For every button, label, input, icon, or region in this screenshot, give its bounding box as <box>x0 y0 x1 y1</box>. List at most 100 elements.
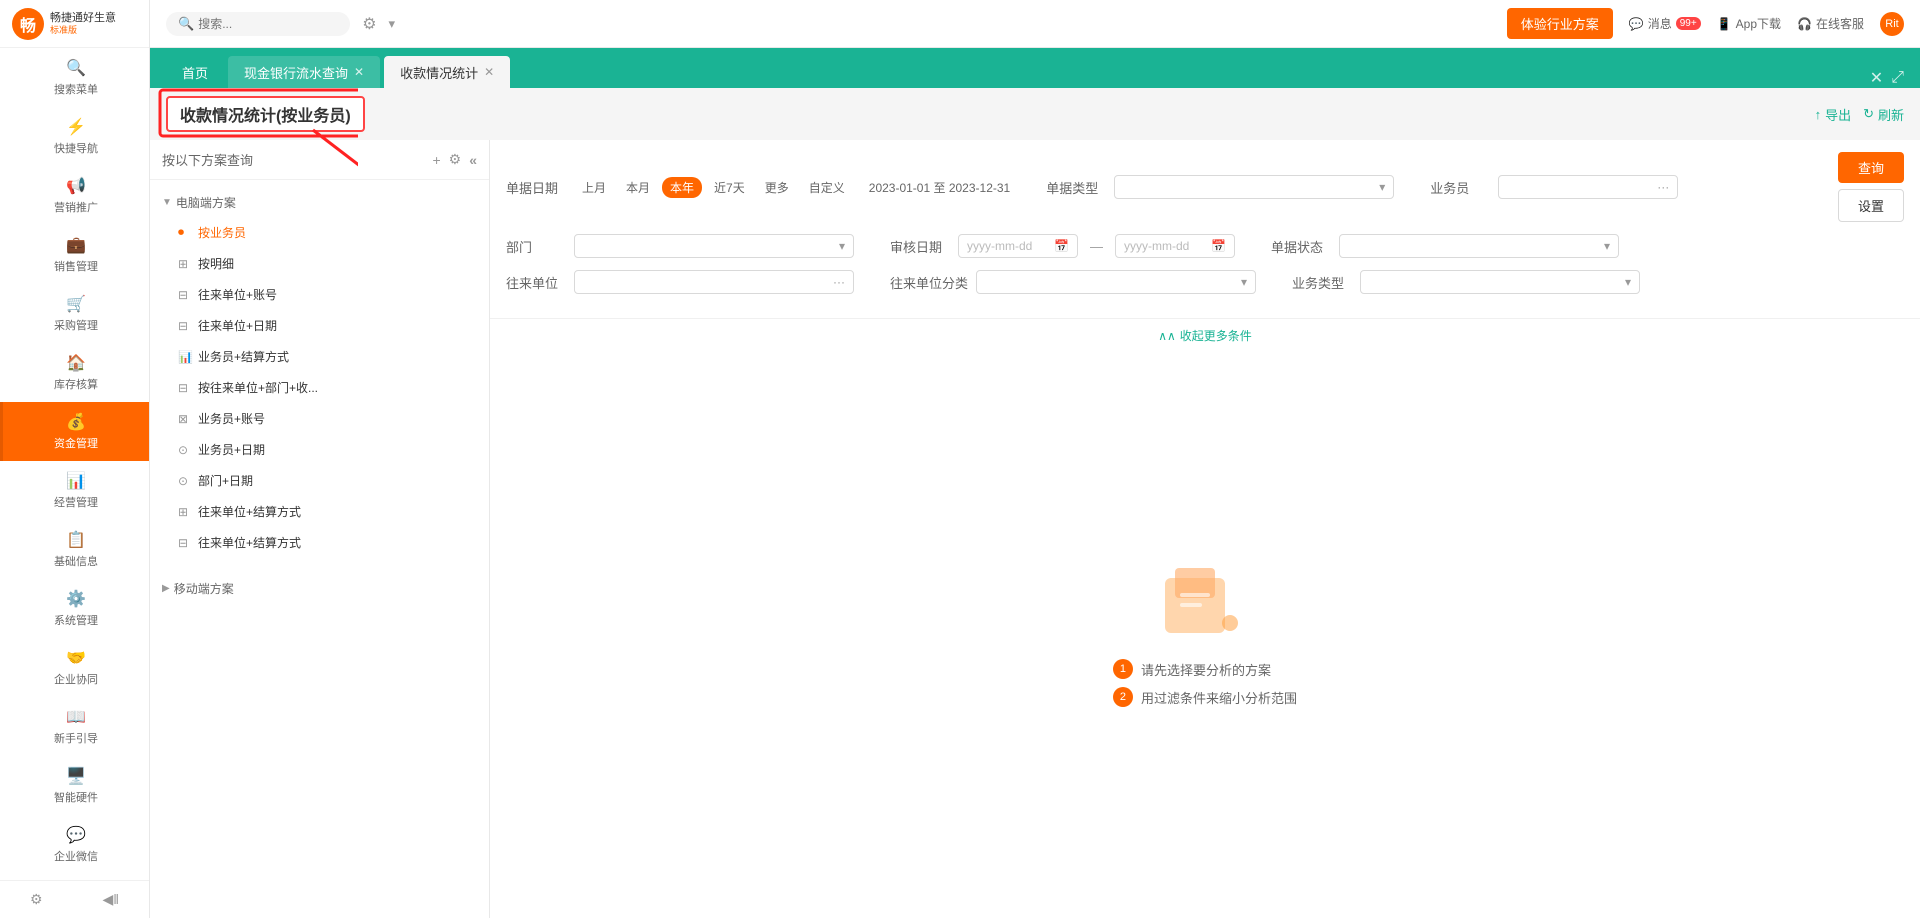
collapse-more-btn[interactable]: ∧∧ 收起更多条件 <box>1158 327 1252 344</box>
sidebar-item-inventory[interactable]: 🏠 库存核算 <box>0 343 149 402</box>
refresh-btn[interactable]: ↻ 刷新 <box>1863 105 1904 124</box>
tab-receipt-stats[interactable]: 收款情况统计 ✕ <box>384 56 510 88</box>
custom-tab[interactable]: 自定义 <box>801 177 853 198</box>
sidebar-item-system[interactable]: ⚙️ 系统管理 <box>0 579 149 638</box>
counterpart-category-dropdown: ▾ <box>1241 275 1247 289</box>
scheme-by-partner-dept[interactable]: ⊟ 按往来单位+部门+收... <box>150 372 489 403</box>
export-icon: ↑ <box>1815 107 1822 122</box>
doc-type-select[interactable]: ▾ <box>1114 175 1394 199</box>
sidebar-item-finance[interactable]: 💰 资金管理 <box>0 402 149 461</box>
this-year-tab[interactable]: 本年 <box>662 177 702 198</box>
review-date-end[interactable]: yyyy-mm-dd 📅 <box>1115 234 1235 258</box>
main-right: 单据日期 上月 本月 本年 近7天 更多 自定义 <box>490 140 1920 918</box>
export-btn[interactable]: ↑ 导出 <box>1815 105 1852 124</box>
salesperson-label: 业务员 <box>1430 178 1490 197</box>
scheme-by-partner-settle2[interactable]: ⊟ 往来单位+结算方式 <box>150 527 489 558</box>
topbar-search-box[interactable]: 🔍 <box>166 12 350 36</box>
filter-panel: 单据日期 上月 本月 本年 近7天 更多 自定义 <box>490 140 1920 318</box>
this-month-tab[interactable]: 本月 <box>618 177 658 198</box>
close-window-btn[interactable]: ✕ <box>1870 68 1883 88</box>
scheme-by-sales-account[interactable]: ⊠ 业务员+账号 <box>150 403 489 434</box>
trial-btn[interactable]: 体验行业方案 <box>1507 8 1613 39</box>
filter-actions: 查询 设置 <box>1838 152 1904 222</box>
sidebar-item-wechat[interactable]: 💬 企业微信 <box>0 815 149 874</box>
empty-step-2: 2 用过滤条件来缩小分析范围 <box>1113 687 1297 707</box>
settings-icon[interactable]: ⚙ <box>362 14 376 34</box>
tab-bar: 首页 现金银行流水查询 ✕ 收款情况统计 ✕ ✕ ⤢ <box>150 48 1920 88</box>
sidebar-item-marketing[interactable]: 📢 营销推广 <box>0 166 149 225</box>
dropdown-icon[interactable]: ▾ <box>389 16 396 32</box>
add-scheme-btn[interactable]: + <box>432 152 440 168</box>
partner-settle1-icon: ⊞ <box>178 505 192 519</box>
date-tabs: 上月 本月 本年 近7天 更多 自定义 <box>574 177 853 198</box>
collapse-sidebar-btn[interactable]: ◀‖ <box>102 891 119 908</box>
user-btn[interactable]: Rit <box>1880 12 1904 36</box>
counterpart-category-select[interactable]: ▾ <box>976 270 1256 294</box>
sidebar-item-guide[interactable]: 📖 新手引导 <box>0 697 149 756</box>
mobile-group-header[interactable]: ▶ 移动端方案 <box>150 574 489 603</box>
dept-date-icon: ⊙ <box>178 474 192 488</box>
sidebar-item-quick-nav[interactable]: ⚡ 快捷导航 <box>0 107 149 166</box>
scheme-by-partner-account[interactable]: ⊟ 往来单位+账号 <box>150 279 489 310</box>
doc-status-select[interactable]: ▾ <box>1339 234 1619 258</box>
setting-btn[interactable]: 设置 <box>1838 189 1904 222</box>
user-avatar: Rit <box>1880 12 1904 36</box>
sidebar-item-basic[interactable]: 📋 基础信息 <box>0 520 149 579</box>
marketing-icon: 📢 <box>66 176 86 196</box>
biz-type-select[interactable]: ▾ <box>1360 270 1640 294</box>
bank-flow-tab-close[interactable]: ✕ <box>354 65 364 79</box>
sidebar-item-search-menu[interactable]: 🔍 搜索菜单 <box>0 48 149 107</box>
topbar: 🔍 ⚙ ▾ 体验行业方案 💬 消息 99+ 📱 App下载 🎧 在线客服 Ri <box>150 0 1920 48</box>
scheme-by-detail[interactable]: ⊞ 按明细 <box>150 248 489 279</box>
counterpart-select[interactable]: ··· <box>574 270 854 294</box>
sidebar-item-cooperation[interactable]: 🤝 企业协同 <box>0 638 149 697</box>
receipt-stats-tab-close[interactable]: ✕ <box>484 65 494 79</box>
scheme-by-salesperson[interactable]: ⏺ 按业务员 <box>150 217 489 248</box>
counterpart-more-btn[interactable]: ··· <box>833 275 845 289</box>
mobile-expand-icon: ▶ <box>162 583 170 594</box>
scheme-settings-btn[interactable]: ⚙ <box>449 151 462 168</box>
inventory-icon: 🏠 <box>66 353 86 373</box>
settings-bottom-btn[interactable]: ⚙ <box>30 891 43 908</box>
online-service-btn[interactable]: 🎧 在线客服 <box>1797 15 1864 32</box>
more-tab[interactable]: 更多 <box>757 177 797 198</box>
app-download-btn[interactable]: 📱 App下载 <box>1717 15 1781 32</box>
last7-tab[interactable]: 近7天 <box>706 177 753 198</box>
query-btn[interactable]: 查询 <box>1838 152 1904 183</box>
expand-icon: ▼ <box>162 197 172 208</box>
sidebar-item-hardware[interactable]: 🖥️ 智能硬件 <box>0 756 149 815</box>
counterpart-category-label: 往来单位分类 <box>890 273 968 292</box>
scheme-by-partner-date[interactable]: ⊟ 往来单位+日期 <box>150 310 489 341</box>
doc-type-dropdown-arrow: ▾ <box>1379 180 1385 194</box>
calendar-icon-1: 📅 <box>1054 239 1069 253</box>
sidebar-item-purchase[interactable]: 🛒 采购管理 <box>0 284 149 343</box>
scheme-by-sales-date[interactable]: ⊙ 业务员+日期 <box>150 434 489 465</box>
review-date-start[interactable]: yyyy-mm-dd 📅 <box>958 234 1078 258</box>
dept-select[interactable]: ▾ <box>574 234 854 258</box>
scheme-by-partner-settle1[interactable]: ⊞ 往来单位+结算方式 <box>150 496 489 527</box>
counterpart-category-filter: 往来单位分类 ▾ <box>890 270 1256 294</box>
download-icon: 📱 <box>1717 17 1732 31</box>
tabs-right: ✕ ⤢ <box>1870 68 1904 88</box>
last-month-tab[interactable]: 上月 <box>574 177 614 198</box>
search-input[interactable] <box>198 17 338 31</box>
tab-bank-flow[interactable]: 现金银行流水查询 ✕ <box>228 56 380 88</box>
topbar-left: 🔍 ⚙ ▾ <box>166 12 395 36</box>
hardware-icon: 🖥️ <box>66 766 86 786</box>
filter-content: 按以下方案查询 + ⚙ « ▼ 电脑端方案 <box>150 140 1920 918</box>
maximize-btn[interactable]: ⤢ <box>1891 69 1904 87</box>
scheme-by-dept-date[interactable]: ⊙ 部门+日期 <box>150 465 489 496</box>
sales-icon: 💼 <box>66 235 86 255</box>
message-btn[interactable]: 💬 消息 99+ <box>1629 15 1701 32</box>
detail-icon: ⊞ <box>178 257 192 271</box>
salesperson-select[interactable]: ··· <box>1498 175 1678 199</box>
collapse-panel-btn[interactable]: « <box>469 152 477 168</box>
tab-home[interactable]: 首页 <box>166 56 224 88</box>
sidebar-bottom: ⚙ ◀‖ <box>0 880 149 918</box>
sidebar-item-sales[interactable]: 💼 销售管理 <box>0 225 149 284</box>
salesperson-more-btn[interactable]: ··· <box>1657 180 1669 194</box>
bank-flow-tab-label: 现金银行流水查询 <box>244 63 348 82</box>
scheme-by-sales-settle[interactable]: 📊 业务员+结算方式 <box>150 341 489 372</box>
sidebar-item-operations[interactable]: 📊 经营管理 <box>0 461 149 520</box>
desktop-group-header[interactable]: ▼ 电脑端方案 <box>150 188 489 217</box>
